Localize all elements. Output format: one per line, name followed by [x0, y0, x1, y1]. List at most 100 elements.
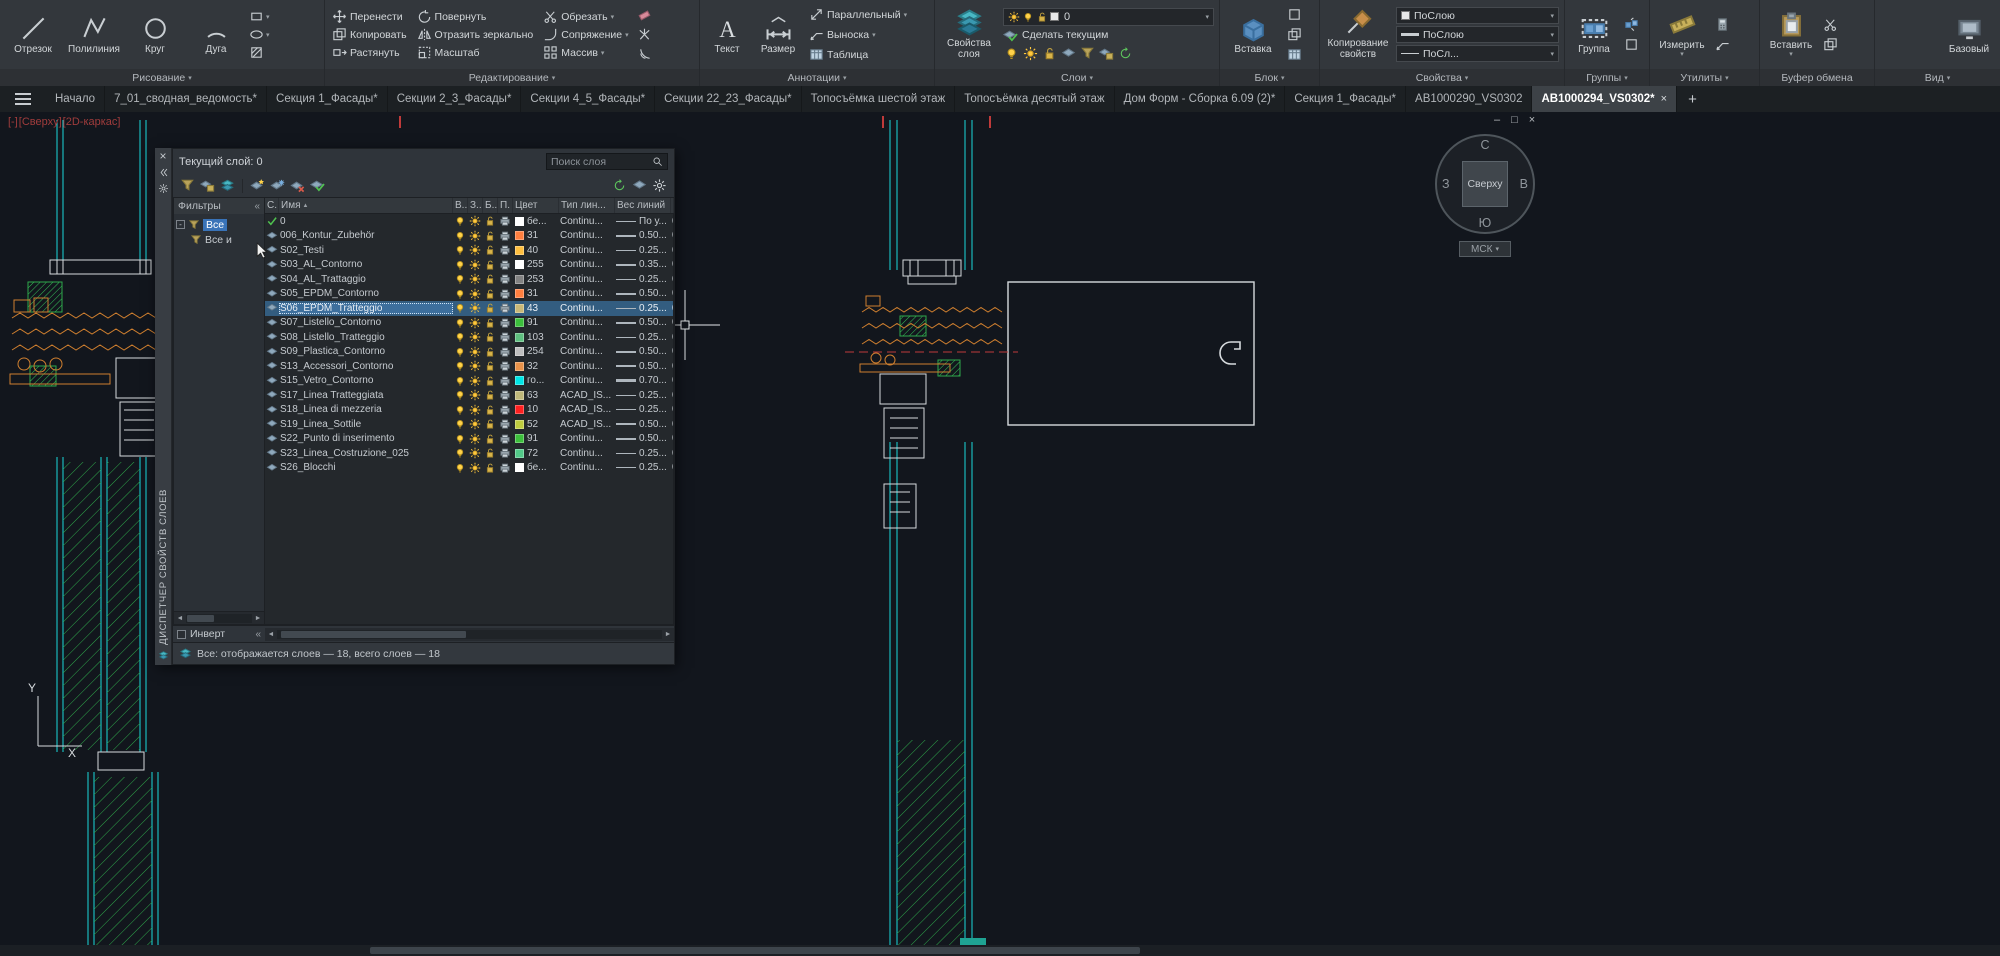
- layer-color[interactable]: 10: [513, 404, 559, 415]
- stretch-button[interactable]: Растянуть: [330, 44, 409, 61]
- layer-row[interactable]: S22_Punto di inserimento 91 Continu... 0.50…: [265, 432, 673, 447]
- scroll-right-icon[interactable]: ►: [662, 631, 674, 638]
- file-tab-5[interactable]: Секции 22_23_Фасады*: [655, 86, 802, 112]
- layer-color[interactable]: 40: [513, 245, 559, 256]
- layer-filter-button[interactable]: [1079, 45, 1096, 62]
- layer-name[interactable]: S17_Linea Tratteggiata: [279, 390, 453, 401]
- layer-row[interactable]: S17_Linea Tratteggiata 63 ACAD_IS... 0.25..…: [265, 388, 673, 403]
- layer-freeze-icon[interactable]: [469, 346, 481, 358]
- layer-color[interactable]: 31: [513, 230, 559, 241]
- calculator-button[interactable]: [1714, 16, 1731, 33]
- scale-button[interactable]: Масштаб: [415, 44, 536, 61]
- layer-lock-icon[interactable]: [484, 389, 496, 401]
- layer-states-button[interactable]: [1098, 45, 1115, 62]
- layer-name[interactable]: S26_Blocchi: [279, 462, 453, 473]
- layer-on-icon[interactable]: [454, 317, 466, 329]
- layer-on-icon[interactable]: [454, 433, 466, 445]
- layer-lock-icon[interactable]: [484, 259, 496, 271]
- layer-lock-icon[interactable]: [484, 462, 496, 474]
- viewcube-west[interactable]: З: [1442, 177, 1450, 191]
- layer-color[interactable]: 31: [513, 288, 559, 299]
- layer-properties-button[interactable]: Свойства слоя: [940, 8, 998, 61]
- layer-lineweight[interactable]: 0.50...: [615, 346, 671, 357]
- close-icon[interactable]: ×: [1529, 114, 1535, 126]
- move-button[interactable]: Перенести: [330, 8, 409, 25]
- layer-lineweight[interactable]: 0.25...: [615, 404, 671, 415]
- layer-lock-icon[interactable]: [484, 244, 496, 256]
- erase-button[interactable]: [636, 6, 653, 23]
- paste-button[interactable]: Вставить ▾: [1765, 10, 1817, 60]
- layer-plot-icon[interactable]: [499, 244, 511, 256]
- panel-modify-label[interactable]: Редактирование ▾: [325, 69, 699, 86]
- layer-transparency[interactable]: 0: [671, 332, 673, 343]
- layer-lock-icon[interactable]: [484, 288, 496, 300]
- layer-linetype[interactable]: ACAD_IS...: [559, 419, 615, 430]
- layer-plot-icon[interactable]: [499, 433, 511, 445]
- scroll-left-icon[interactable]: ◄: [174, 615, 186, 622]
- layer-linetype[interactable]: Continu...: [559, 274, 615, 285]
- layer-freeze-icon[interactable]: [469, 273, 481, 285]
- layer-freeze-icon[interactable]: [469, 317, 481, 329]
- layer-linetype[interactable]: Continu...: [559, 462, 615, 473]
- mirror-button[interactable]: Отразить зеркально: [415, 26, 536, 43]
- layer-column-header-8[interactable]: Вес линий: [615, 198, 671, 213]
- layer-freeze-icon[interactable]: [469, 288, 481, 300]
- layer-plot-icon[interactable]: [499, 273, 511, 285]
- hatch-button[interactable]: [249, 45, 270, 60]
- layer-freeze-icon[interactable]: [469, 375, 481, 387]
- file-tab-11[interactable]: AB1000294_VS0302* ×: [1532, 86, 1678, 112]
- layer-linetype[interactable]: Continu...: [559, 346, 615, 357]
- set-current-button[interactable]: [309, 177, 326, 194]
- layer-on-icon[interactable]: [454, 302, 466, 314]
- layer-color[interactable]: бе...: [513, 216, 559, 227]
- minimize-icon[interactable]: –: [1494, 114, 1500, 126]
- layer-lock-icon[interactable]: [484, 215, 496, 227]
- file-tab-9[interactable]: Секция 1_Фасады*: [1285, 86, 1407, 112]
- layer-transparency[interactable]: 0: [671, 462, 673, 473]
- new-tab-button[interactable]: +: [1677, 86, 1708, 112]
- layer-color[interactable]: 254: [513, 346, 559, 357]
- ungroup-button[interactable]: [1623, 16, 1640, 33]
- layer-column-header-7[interactable]: Тип лин...: [559, 198, 615, 213]
- layer-row[interactable]: S03_AL_Contorno 255Continu...0.35...0: [265, 258, 673, 273]
- layer-transparency[interactable]: 0: [671, 448, 673, 459]
- new-group-filter-button[interactable]: [199, 177, 216, 194]
- layer-plot-icon[interactable]: [499, 288, 511, 300]
- object-color-dropdown[interactable]: ПоСлою ▾: [1396, 7, 1559, 24]
- palette-properties-icon[interactable]: [158, 183, 169, 194]
- layer-transparency[interactable]: 0: [671, 216, 673, 227]
- layer-row[interactable]: S09_Plastica_Contorno 254 Continu... 0.50..…: [265, 345, 673, 360]
- layer-on-icon[interactable]: [454, 331, 466, 343]
- palette-autohide-icon[interactable]: [158, 167, 169, 178]
- copy-button[interactable]: Копировать: [330, 26, 409, 43]
- viewcube-north[interactable]: С: [1480, 138, 1489, 152]
- layer-plot-icon[interactable]: [499, 418, 511, 430]
- table-button[interactable]: Таблица: [807, 46, 909, 63]
- panel-layers-label[interactable]: Слои ▾: [935, 69, 1219, 86]
- trim-button[interactable]: Обрезать ▾: [541, 8, 630, 25]
- layer-name[interactable]: S18_Linea di mezzeria: [279, 404, 453, 415]
- palette-titlebar[interactable]: × ДИСПЕТЧЕР СВОЙСТВ СЛОЕВ: [155, 148, 172, 665]
- layer-row[interactable]: S19_Linea_Sottile 52ACAD_IS...0.50...0: [265, 417, 673, 432]
- layer-row[interactable]: 0бе...Continu...По у...0: [265, 214, 673, 229]
- block-attributes-button[interactable]: [1286, 46, 1303, 63]
- make-current-button[interactable]: Сделать текущим: [1003, 28, 1214, 43]
- layer-column-header-5[interactable]: П.: [498, 198, 513, 213]
- layer-linetype[interactable]: ACAD_IS...: [559, 390, 615, 401]
- layer-linetype[interactable]: Continu...: [559, 332, 615, 343]
- layer-lock-icon[interactable]: [484, 230, 496, 242]
- layer-color[interactable]: 32: [513, 361, 559, 372]
- viewport-collapse-control[interactable]: [-]: [8, 116, 18, 128]
- layer-row[interactable]: S05_EPDM_Contorno 31Continu...0.50...0: [265, 287, 673, 302]
- layer-transparency[interactable]: 0: [671, 361, 673, 372]
- layer-freeze-icon[interactable]: [469, 244, 481, 256]
- layer-name[interactable]: S04_AL_Trattaggio: [279, 274, 453, 285]
- scroll-left-icon[interactable]: ◄: [265, 631, 277, 638]
- layer-transparency[interactable]: 0: [671, 245, 673, 256]
- layer-lineweight[interactable]: 0.50...: [615, 419, 671, 430]
- layer-lock-icon[interactable]: [484, 404, 496, 416]
- file-tab-1[interactable]: 7_01_сводная_ведомость*: [105, 86, 268, 112]
- layer-plot-icon[interactable]: [499, 447, 511, 459]
- invert-filter-checkbox[interactable]: Инверт «: [173, 628, 265, 640]
- filter-all[interactable]: - Все: [176, 217, 262, 232]
